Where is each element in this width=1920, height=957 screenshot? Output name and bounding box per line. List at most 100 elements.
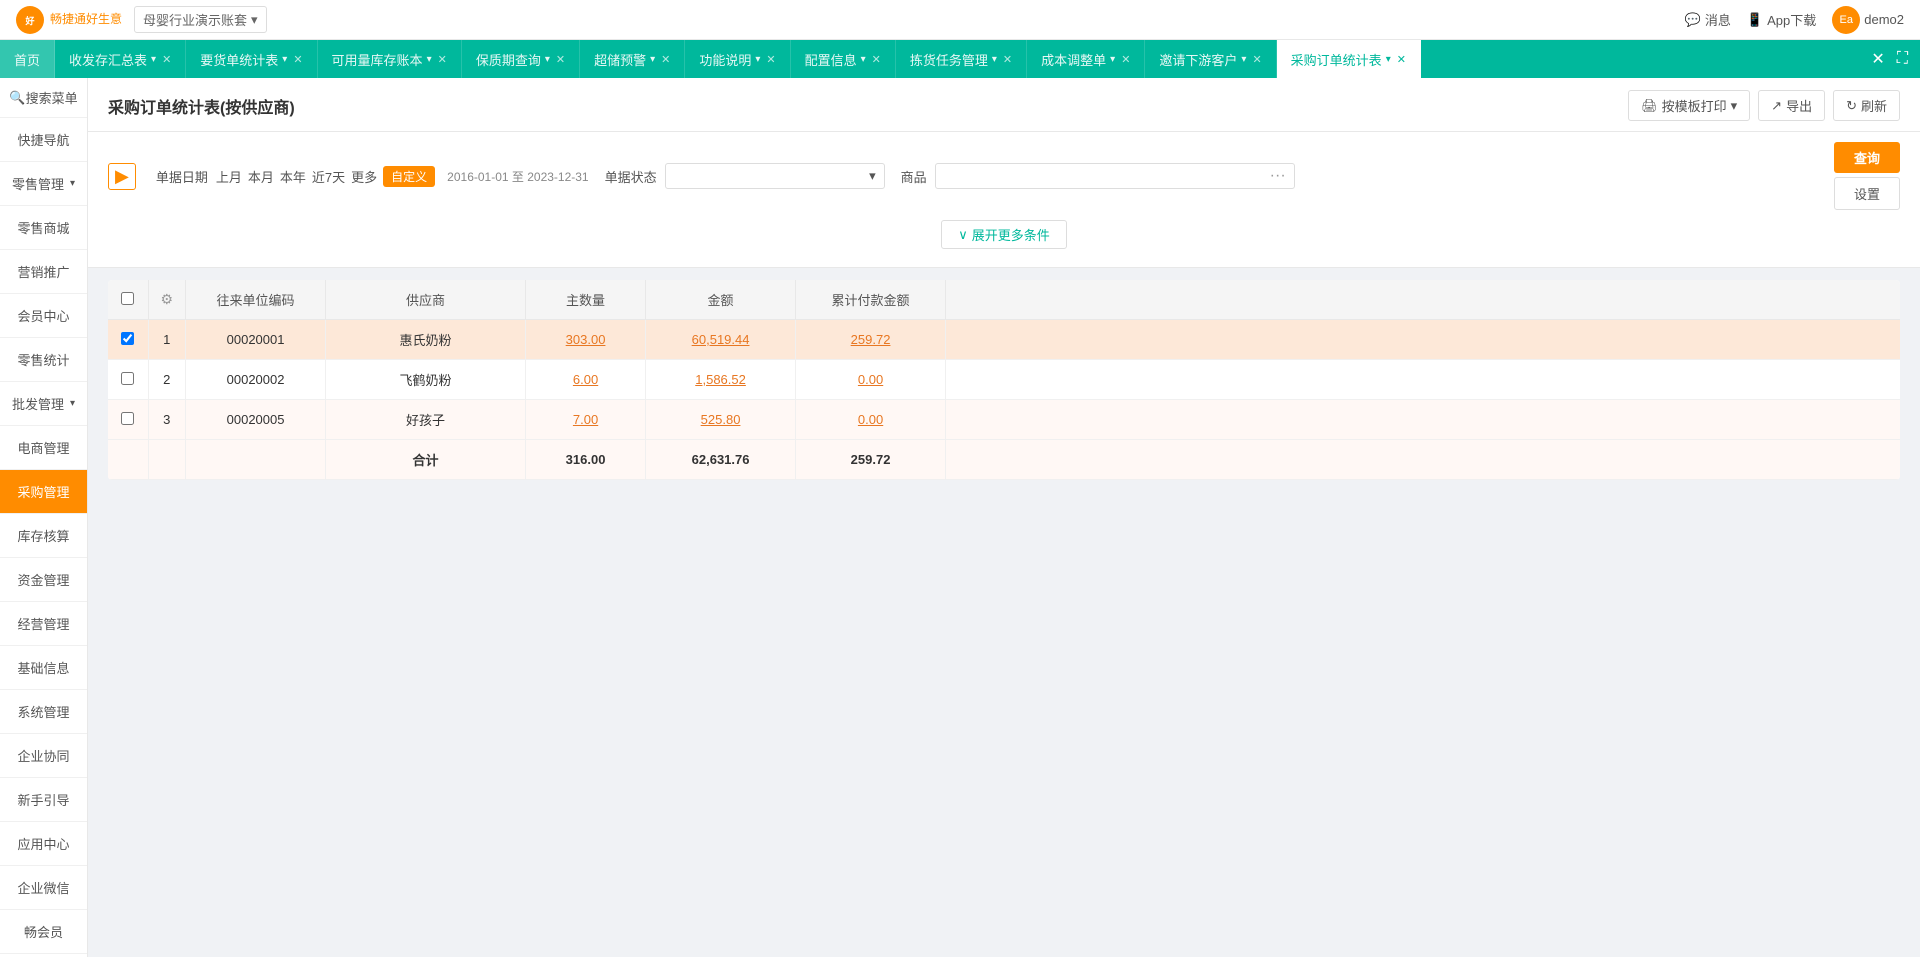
sidebar-item-ecommerce[interactable]: 电商管理 — [0, 426, 87, 470]
row-checkbox[interactable] — [121, 332, 134, 345]
row-paid: 0.00 — [796, 360, 946, 400]
export-button[interactable]: ↗ 导出 — [1758, 90, 1825, 121]
close-icon[interactable]: ✕ — [293, 53, 302, 66]
app-icon: 📱 — [1747, 12, 1763, 28]
tab-yaoHuo[interactable]: 要货单统计表 ▾ ✕ — [186, 40, 317, 78]
row-amount: 525.80 — [646, 400, 796, 440]
goods-input[interactable]: ··· — [935, 163, 1295, 189]
date-shortcut-this-month[interactable]: 本月 — [248, 167, 274, 186]
close-icon[interactable]: ✕ — [766, 53, 775, 66]
tab-tuoHuo[interactable]: 拣货任务管理 ▾ ✕ — [896, 40, 1027, 78]
footer-paid: 259.72 — [796, 440, 946, 480]
chevron-down-icon: ▾ — [70, 178, 75, 189]
sidebar-item-search[interactable]: 🔍 搜索菜单 — [0, 78, 87, 118]
tab-chaoChu[interactable]: 超储预警 ▾ ✕ — [580, 40, 685, 78]
page-title-row: 采购订单统计表(按供应商) 🖨 按模板打印 ▾ ↗ 导出 ↻ 刷新 — [108, 90, 1900, 121]
tab-gongNeng[interactable]: 功能说明 ▾ ✕ — [685, 40, 790, 78]
sidebar-item-vip[interactable]: 畅会员 — [0, 910, 87, 954]
close-icon[interactable]: ✕ — [872, 53, 881, 66]
row-num: 2 — [148, 360, 186, 400]
status-select[interactable]: ▾ — [665, 163, 885, 189]
close-icon[interactable]: ✕ — [1003, 53, 1012, 66]
sidebar-item-purchase[interactable]: 采购管理 — [0, 470, 87, 514]
tab-baozhiQ[interactable]: 保质期查询 ▾ ✕ — [462, 40, 580, 78]
maximize-button[interactable]: ⛶ — [1893, 46, 1912, 72]
message-button[interactable]: 💬 消息 — [1685, 10, 1731, 29]
row-code: 00020001 — [186, 320, 326, 360]
nav-tabs-end: ✕ ⛶ — [1867, 45, 1920, 73]
sidebar-item-retailMall[interactable]: 零售商城 — [0, 206, 87, 250]
refresh-button[interactable]: ↻ 刷新 — [1833, 90, 1900, 121]
logo-area: 好 畅捷通好生意 — [16, 6, 122, 34]
sidebar-item-quicknav[interactable]: 快捷导航 — [0, 118, 87, 162]
sidebar-item-inventory[interactable]: 库存核算 — [0, 514, 87, 558]
workspace-selector[interactable]: 母婴行业演示账套 ▾ — [134, 6, 267, 33]
table-header-qty: 主数量 — [526, 280, 646, 320]
date-shortcut-more[interactable]: 更多 — [351, 167, 377, 186]
sidebar-item-marketing[interactable]: 营销推广 — [0, 250, 87, 294]
tab-yaoQing[interactable]: 邀请下游客户 ▾ ✕ — [1145, 40, 1276, 78]
select-all-checkbox[interactable] — [121, 292, 134, 305]
message-icon: 💬 — [1685, 12, 1701, 28]
dots-icon: ··· — [1270, 168, 1286, 184]
tab-shoufA[interactable]: 收发存汇总表 ▾ ✕ — [55, 40, 186, 78]
row-checkbox[interactable] — [121, 412, 134, 425]
main-content: 采购订单统计表(按供应商) 🖨 按模板打印 ▾ ↗ 导出 ↻ 刷新 — [88, 78, 1920, 957]
gear-icon[interactable]: ⚙ — [161, 291, 174, 307]
close-icon[interactable]: ✕ — [162, 53, 171, 66]
close-all-tabs-button[interactable]: ✕ — [1867, 45, 1888, 73]
date-shortcut-last-month[interactable]: 上月 — [216, 167, 242, 186]
tab-caiGou[interactable]: 采购订单统计表 ▾ ✕ — [1277, 40, 1421, 78]
table-header-rest — [946, 280, 1900, 320]
close-icon[interactable]: ✕ — [438, 53, 447, 66]
date-filter: 单据日期 上月 本月 本年 近7天 更多 自定义 2016-01-01 至 20… — [156, 166, 589, 187]
date-shortcuts: 上月 本月 本年 近7天 更多 自定义 — [216, 166, 435, 187]
chevron-down-icon: ▾ — [755, 54, 760, 65]
close-icon[interactable]: ✕ — [1397, 53, 1406, 66]
sidebar-item-wechat[interactable]: 企业微信 — [0, 866, 87, 910]
sidebar-item-appCenter[interactable]: 应用中心 — [0, 822, 87, 866]
expand-more-button[interactable]: ∨ 展开更多条件 — [941, 220, 1067, 249]
chevron-down-icon: ▾ — [251, 12, 258, 28]
filter-expand-toggle[interactable]: ▶ — [108, 163, 136, 190]
chevron-down-icon: ∨ — [958, 227, 968, 243]
chevron-down-icon: ▾ — [861, 54, 866, 65]
row-checkbox[interactable] — [121, 372, 134, 385]
sidebar-item-newGuide[interactable]: 新手引导 — [0, 778, 87, 822]
user-menu[interactable]: Ea demo2 — [1832, 6, 1904, 34]
row-num: 3 — [148, 400, 186, 440]
print-button[interactable]: 🖨 按模板打印 ▾ — [1628, 90, 1750, 121]
date-shortcut-this-year[interactable]: 本年 — [280, 167, 306, 186]
sidebar-item-enterprise[interactable]: 企业协同 — [0, 734, 87, 778]
sidebar-item-system[interactable]: 系统管理 — [0, 690, 87, 734]
app-download-button[interactable]: 📱 App下载 — [1747, 10, 1816, 29]
date-range-display: 2016-01-01 至 2023-12-31 — [447, 168, 588, 185]
sidebar-item-retailStats[interactable]: 零售统计 — [0, 338, 87, 382]
close-icon[interactable]: ✕ — [556, 53, 565, 66]
sidebar-item-wholesale[interactable]: 批发管理 ▾ — [0, 382, 87, 426]
date-custom-tag[interactable]: 自定义 — [383, 166, 435, 187]
tab-keyong[interactable]: 可用量库存账本 ▾ ✕ — [318, 40, 462, 78]
chevron-down-icon: ▾ — [427, 54, 432, 65]
tab-peiZhi[interactable]: 配置信息 ▾ ✕ — [791, 40, 896, 78]
date-shortcut-7days[interactable]: 近7天 — [312, 167, 345, 186]
row-supplier: 好孩子 — [326, 400, 526, 440]
sidebar-item-capital[interactable]: 资金管理 — [0, 558, 87, 602]
close-icon[interactable]: ✕ — [1252, 53, 1261, 66]
sidebar-item-basic[interactable]: 基础信息 — [0, 646, 87, 690]
tab-chengBen[interactable]: 成本调整单 ▾ ✕ — [1027, 40, 1145, 78]
settings-button[interactable]: 设置 — [1834, 177, 1900, 210]
query-button[interactable]: 查询 — [1834, 142, 1900, 173]
sidebar-item-members[interactable]: 会员中心 — [0, 294, 87, 338]
tab-home[interactable]: 首页 — [0, 40, 55, 78]
print-icon: 🖨 — [1641, 98, 1658, 114]
close-icon[interactable]: ✕ — [1121, 53, 1130, 66]
sidebar-item-operations[interactable]: 经营管理 — [0, 602, 87, 646]
table-row: 1 00020001 惠氏奶粉 303.00 60,519.44 259.72 — [108, 320, 1900, 360]
chevron-down-icon: ▾ — [650, 54, 655, 65]
row-checkbox-cell — [108, 320, 148, 360]
top-bar-left: 好 畅捷通好生意 母婴行业演示账套 ▾ — [16, 6, 267, 34]
sidebar-item-retail[interactable]: 零售管理 ▾ — [0, 162, 87, 206]
close-icon[interactable]: ✕ — [661, 53, 670, 66]
row-num: 1 — [148, 320, 186, 360]
